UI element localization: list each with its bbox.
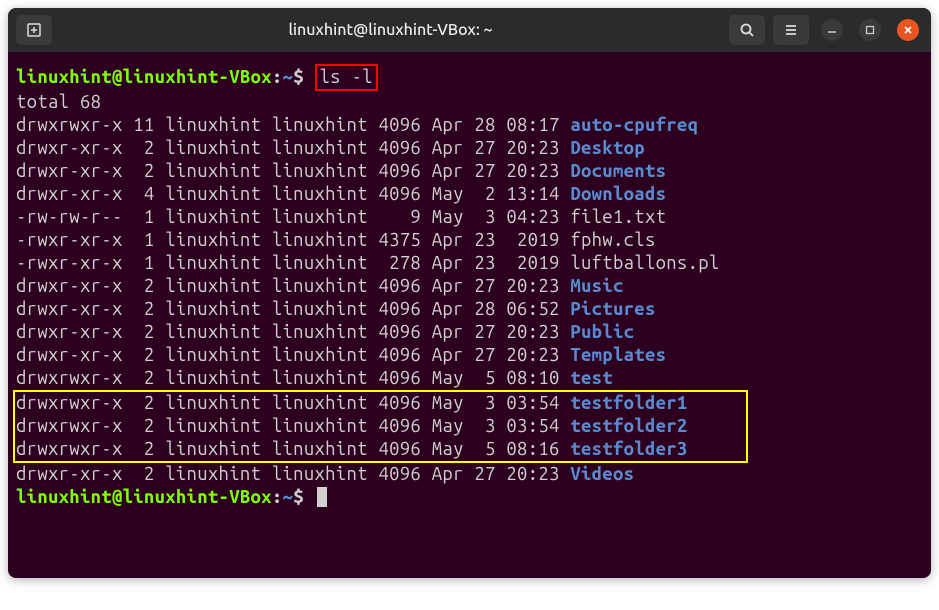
ls-entry-name: testfolder1 (570, 393, 687, 413)
titlebar: linuxhint@linuxhint-VBox: ~ (8, 8, 931, 52)
total-line: total 68 (16, 92, 101, 112)
ls-entry-name: Public (570, 322, 634, 342)
ls-entry-name: testfolder2 (570, 416, 687, 436)
terminal-body[interactable]: linuxhint@linuxhint-VBox:~$ ls -l total … (8, 52, 931, 521)
ls-row: drwxrwxr-x 2 linuxhint linuxhint 4096 Ma… (16, 368, 613, 388)
ls-entry-name: Desktop (570, 138, 645, 158)
ls-row: drwxr-xr-x 2 linuxhint linuxhint 4096 Ap… (16, 138, 645, 158)
new-tab-button[interactable] (16, 15, 52, 45)
window-title: linuxhint@linuxhint-VBox: ~ (60, 21, 721, 39)
ls-row: -rwxr-xr-x 1 linuxhint linuxhint 4375 Ap… (16, 230, 656, 250)
ls-entry-name: test (570, 368, 613, 388)
ls-entry-name: Documents (570, 161, 666, 181)
ls-row: drwxrwxr-x 2 linuxhint linuxhint 4096 Ma… (16, 416, 688, 436)
maximize-button[interactable] (859, 19, 881, 41)
highlighted-rows: drwxrwxr-x 2 linuxhint linuxhint 4096 Ma… (13, 390, 748, 463)
ls-row: drwxrwxr-x 2 linuxhint linuxhint 4096 Ma… (16, 439, 688, 459)
ls-row: drwxr-xr-x 2 linuxhint linuxhint 4096 Ap… (16, 299, 656, 319)
command-highlight: ls -l (315, 64, 378, 91)
ls-entry-name: Pictures (570, 299, 655, 319)
ls-entry-name: file1.txt (570, 207, 666, 227)
ls-row: drwxr-xr-x 2 linuxhint linuxhint 4096 Ap… (16, 161, 666, 181)
prompt-user: linuxhint@linuxhint-VBox (16, 487, 272, 507)
ls-entry-name: testfolder3 (570, 439, 687, 459)
ls-row: drwxrwxr-x 2 linuxhint linuxhint 4096 Ma… (16, 393, 688, 413)
search-button[interactable] (729, 15, 765, 45)
terminal-window: linuxhint@linuxhint-VBox: ~ linuxhint@li… (8, 8, 931, 578)
ls-row: -rw-rw-r-- 1 linuxhint linuxhint 9 May 3… (16, 207, 666, 227)
close-button[interactable] (897, 19, 919, 41)
ls-row: drwxr-xr-x 2 linuxhint linuxhint 4096 Ap… (16, 464, 634, 484)
menu-button[interactable] (773, 15, 809, 45)
ls-entry-name: Videos (570, 464, 634, 484)
cursor (317, 487, 327, 507)
prompt-user: linuxhint@linuxhint-VBox (16, 67, 272, 87)
ls-row: drwxr-xr-x 4 linuxhint linuxhint 4096 Ma… (16, 184, 666, 204)
ls-row: drwxr-xr-x 2 linuxhint linuxhint 4096 Ap… (16, 276, 624, 296)
prompt-path: ~ (283, 487, 294, 507)
ls-entry-name: auto-cpufreq (570, 115, 698, 135)
ls-entry-name: Music (570, 276, 623, 296)
prompt-path: ~ (283, 67, 294, 87)
ls-entry-name: fphw.cls (570, 230, 655, 250)
ls-row: drwxrwxr-x 11 linuxhint linuxhint 4096 A… (16, 115, 698, 135)
ls-entry-name: Templates (570, 345, 666, 365)
ls-row: drwxr-xr-x 2 linuxhint linuxhint 4096 Ap… (16, 322, 634, 342)
ls-entry-name: Downloads (570, 184, 666, 204)
ls-entry-name: luftballons.pl (570, 253, 719, 273)
minimize-button[interactable] (821, 19, 843, 41)
ls-row: -rwxr-xr-x 1 linuxhint linuxhint 278 Apr… (16, 253, 720, 273)
ls-row: drwxr-xr-x 2 linuxhint linuxhint 4096 Ap… (16, 345, 666, 365)
